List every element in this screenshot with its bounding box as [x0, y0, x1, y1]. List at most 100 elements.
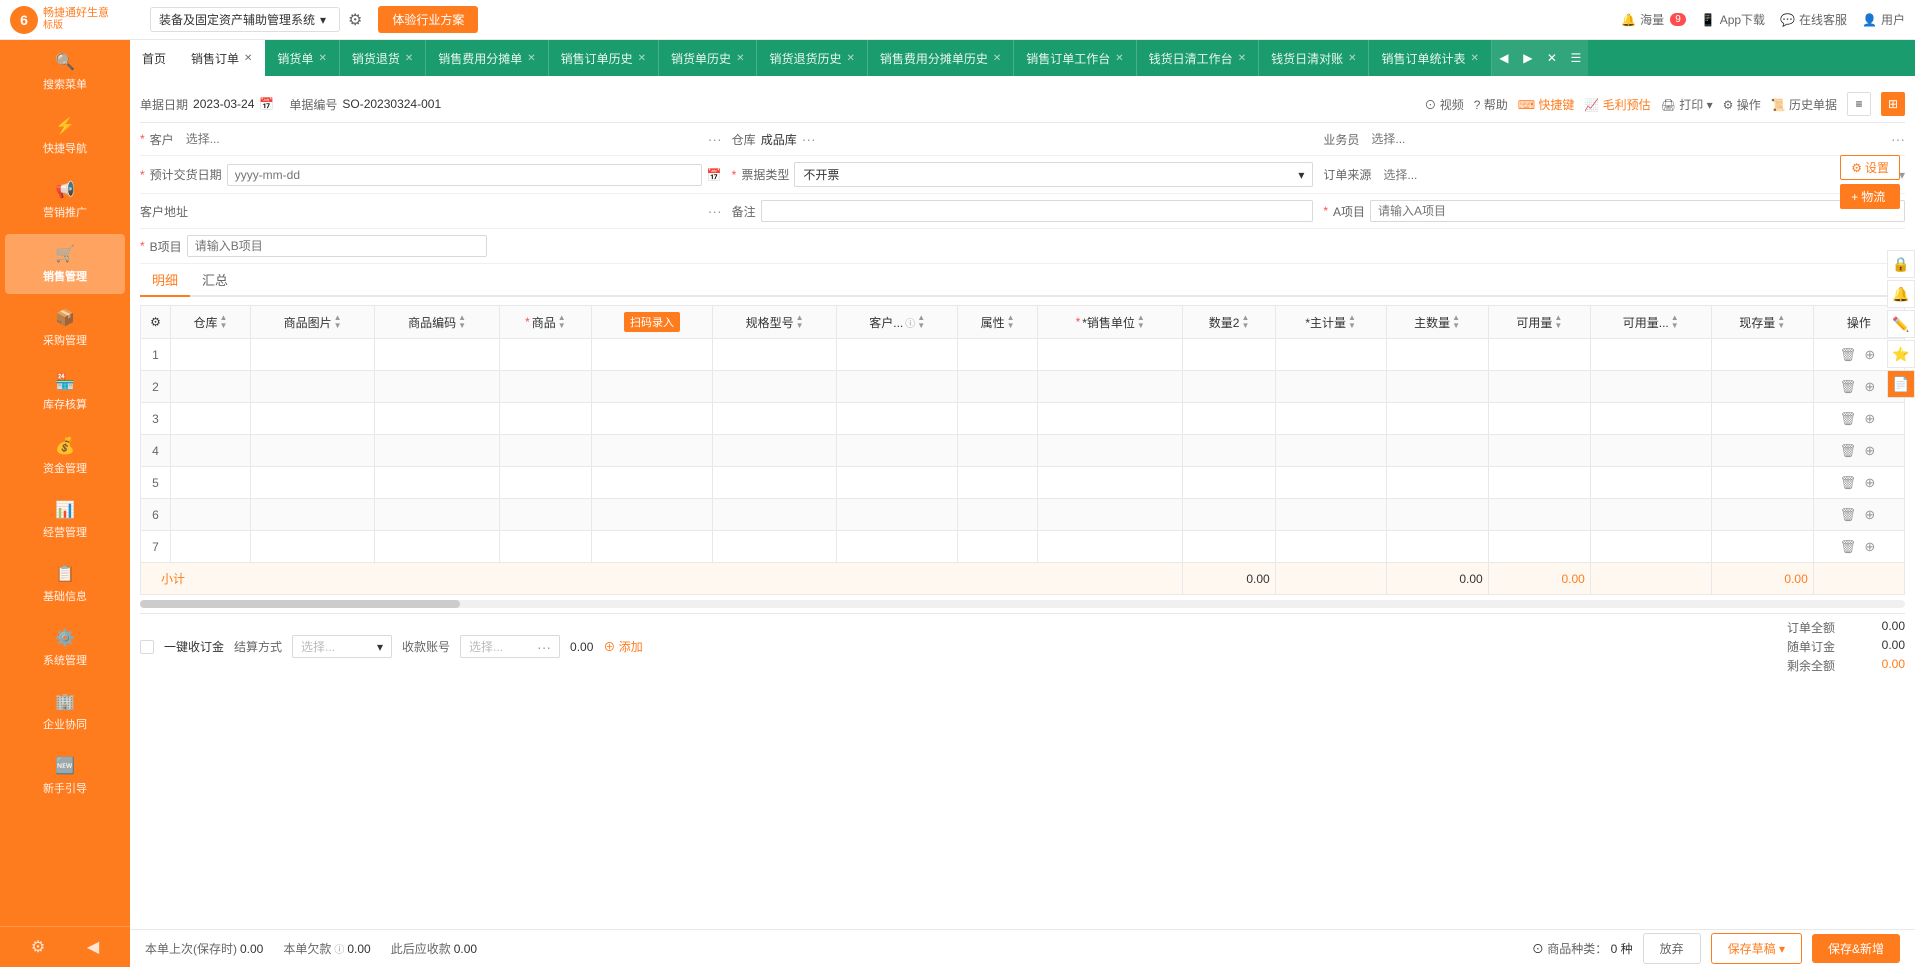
row-main-qty-7[interactable] — [1386, 531, 1488, 563]
tab-close-icon[interactable]: ✕ — [527, 53, 535, 64]
tab-sales-return-history[interactable]: 销货单历史 ✕ — [659, 40, 757, 76]
tab-close-icon[interactable]: ✕ — [1115, 53, 1123, 64]
row-qty2-2[interactable] — [1183, 371, 1275, 403]
sidebar-item-inventory[interactable]: 🏪 库存核算 — [5, 362, 125, 422]
add-goods-btn[interactable]: + 物流 — [1840, 184, 1900, 209]
tab-close-icon[interactable]: ✕ — [1471, 53, 1479, 64]
row-attr-7[interactable] — [958, 531, 1038, 563]
delete-row-icon[interactable]: 🗑 — [1839, 506, 1857, 524]
sidebar-settings-icon[interactable]: ⚙ — [31, 937, 45, 957]
row-qty2-3[interactable] — [1183, 403, 1275, 435]
operations-btn[interactable]: ⚙ 操作 — [1723, 96, 1761, 113]
row-spec-7[interactable] — [712, 531, 836, 563]
delete-row-icon[interactable]: 🗑 — [1839, 474, 1857, 492]
tab-sales-refund[interactable]: 销货退货 ✕ — [340, 40, 426, 76]
row-product-code-7[interactable] — [375, 531, 499, 563]
invoice-type-select[interactable]: 不开票 ▾ — [794, 162, 1313, 187]
row-attr-1[interactable] — [958, 339, 1038, 371]
row-main-qty-6[interactable] — [1386, 499, 1488, 531]
tab-sales-order-history[interactable]: 销售订单历史 ✕ — [549, 40, 659, 76]
tab-close-icon[interactable]: ✕ — [1348, 53, 1356, 64]
row-main-unit-2[interactable] — [1275, 371, 1386, 403]
tab-close-icon[interactable]: ✕ — [318, 53, 326, 64]
system-selector[interactable]: 装备及固定资产辅助管理系统 ▾ — [150, 7, 340, 32]
row-main-unit-4[interactable] — [1275, 435, 1386, 467]
copy-row-icon[interactable]: ⊕ — [1861, 506, 1879, 524]
delete-row-icon[interactable]: 🗑 — [1839, 410, 1857, 428]
tab-summary[interactable]: 汇总 — [190, 264, 240, 295]
copy-row-icon[interactable]: ⊕ — [1861, 378, 1879, 396]
right-panel-bell[interactable]: 🔔 — [1887, 280, 1915, 308]
row-qty2-5[interactable] — [1183, 467, 1275, 499]
profit-estimate-btn[interactable]: 📈 毛利预估 — [1584, 96, 1650, 113]
tab-next-btn[interactable]: ▶ — [1516, 40, 1540, 76]
row-product-1[interactable] — [499, 339, 591, 371]
list-view-btn[interactable]: ≡ — [1847, 92, 1871, 116]
row-attr-4[interactable] — [958, 435, 1038, 467]
copy-row-icon[interactable]: ⊕ — [1861, 410, 1879, 428]
scan-input-btn[interactable]: 扫码录入 — [624, 312, 680, 332]
row-qty2-1[interactable] — [1183, 339, 1275, 371]
tab-sales-fee-split[interactable]: 销售费用分摊单 ✕ — [426, 40, 548, 76]
row-spec-5[interactable] — [712, 467, 836, 499]
row-main-unit-7[interactable] — [1275, 531, 1386, 563]
row-product-code-3[interactable] — [375, 403, 499, 435]
row-product-4[interactable] — [499, 435, 591, 467]
user-btn[interactable]: 👤 用户 — [1862, 11, 1905, 28]
row-warehouse-1[interactable] — [171, 339, 251, 371]
remark-input[interactable] — [761, 200, 1314, 222]
tab-detail[interactable]: 明细 — [140, 264, 190, 297]
row-unit-5[interactable] — [1037, 467, 1183, 499]
row-customer-code-6[interactable] — [837, 499, 958, 531]
online-service-btn[interactable]: 💬 在线客服 — [1780, 11, 1847, 28]
row-main-qty-1[interactable] — [1386, 339, 1488, 371]
tab-close-icon[interactable]: ✕ — [1238, 53, 1246, 64]
row-attr-6[interactable] — [958, 499, 1038, 531]
row-main-unit-5[interactable] — [1275, 467, 1386, 499]
copy-row-icon[interactable]: ⊕ — [1861, 538, 1879, 556]
sidebar-collapse-icon[interactable]: ◀ — [87, 937, 99, 957]
sidebar-item-finance[interactable]: 💰 资金管理 — [5, 426, 125, 486]
horizontal-scrollbar[interactable] — [140, 600, 1905, 608]
sidebar-item-search-menu[interactable]: 🔍 搜索菜单 — [5, 42, 125, 102]
row-spec-3[interactable] — [712, 403, 836, 435]
save-new-btn[interactable]: 保存&新增 — [1812, 934, 1900, 963]
date-picker-icon[interactable]: 📅 — [707, 168, 722, 182]
row-product-code-5[interactable] — [375, 467, 499, 499]
row-main-qty-5[interactable] — [1386, 467, 1488, 499]
tab-sales-stats[interactable]: 销售订单统计表 ✕ — [1369, 40, 1491, 76]
address-more-btn[interactable]: ··· — [708, 203, 722, 219]
right-panel-doc[interactable]: 📄 — [1887, 370, 1915, 398]
warehouse-more-btn[interactable]: ··· — [802, 131, 816, 147]
row-product-3[interactable] — [499, 403, 591, 435]
print-btn[interactable]: 🖨 打印 ▾ — [1661, 96, 1713, 113]
row-customer-code-3[interactable] — [837, 403, 958, 435]
quick-deposit-checkbox[interactable] — [140, 640, 154, 654]
settings-panel-btn[interactable]: ⚙ 设置 — [1840, 155, 1900, 180]
tab-close-icon[interactable]: ✕ — [638, 53, 646, 64]
row-unit-2[interactable] — [1037, 371, 1183, 403]
save-draft-btn[interactable]: 保存草稿 ▾ — [1711, 933, 1802, 964]
order-source-input[interactable] — [1376, 165, 1894, 185]
tab-sales-return[interactable]: 销货单 ✕ — [265, 40, 339, 76]
row-product-code-6[interactable] — [375, 499, 499, 531]
row-product-code-1[interactable] — [375, 339, 499, 371]
row-product-code-4[interactable] — [375, 435, 499, 467]
customer-more-btn[interactable]: ··· — [708, 131, 722, 147]
customer-input[interactable] — [179, 129, 703, 149]
trial-btn[interactable]: 体验行业方案 — [378, 6, 478, 33]
row-main-unit-1[interactable] — [1275, 339, 1386, 371]
sidebar-item-basic-info[interactable]: 📋 基础信息 — [5, 554, 125, 614]
row-warehouse-6[interactable] — [171, 499, 251, 531]
row-main-qty-4[interactable] — [1386, 435, 1488, 467]
receipt-more-icon[interactable]: ··· — [537, 639, 551, 655]
delete-row-icon[interactable]: 🗑 — [1839, 538, 1857, 556]
sidebar-item-enterprise[interactable]: 🏢 企业协同 — [5, 682, 125, 742]
tab-sales-order[interactable]: 销售订单 ✕ — [179, 40, 265, 76]
discard-btn[interactable]: 放弃 — [1643, 933, 1701, 964]
row-spec-1[interactable] — [712, 339, 836, 371]
settings-gear-icon[interactable]: ⚙ — [348, 10, 362, 30]
row-product-2[interactable] — [499, 371, 591, 403]
row-warehouse-3[interactable] — [171, 403, 251, 435]
row-spec-4[interactable] — [712, 435, 836, 467]
